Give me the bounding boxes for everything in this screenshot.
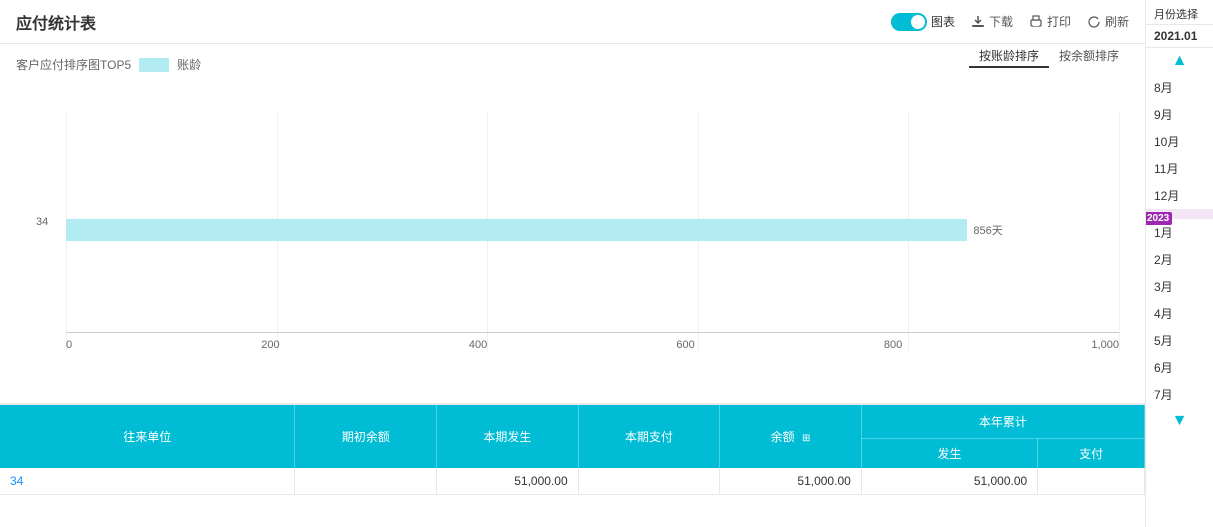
table-section: 往来单位 期初余额 本期发生 本期支付 余额 ⊞ 本年累计 发生 支付 34: [0, 403, 1145, 527]
header-actions: 图表 下载 打印 刷新: [891, 13, 1129, 31]
bar-fill: [66, 219, 967, 241]
legend-box: [139, 58, 169, 72]
table-row: 34 51,000.00 51,000.00 51,000.00: [0, 468, 1145, 495]
sidebar-month-item[interactable]: 5月: [1146, 327, 1213, 354]
month-list: 8月9月10月11月12月20231月2月3月4月5月6月7月: [1146, 74, 1213, 408]
sidebar-year-val: 2021.01: [1146, 25, 1213, 48]
legend-text: 客户应付排序图TOP5: [16, 56, 131, 73]
col-ytd-occur: 发生: [861, 439, 1037, 469]
chart-area: 856天 0 200 400 600 800 1,000: [66, 111, 1119, 351]
refresh-icon: [1087, 15, 1101, 29]
sort-buttons: 按账龄排序 按余额排序: [969, 45, 1129, 68]
sort-by-amount-btn[interactable]: 按账龄排序: [969, 45, 1049, 68]
x-axis-line: [66, 332, 1119, 333]
balance-cell: 51,000.00: [720, 468, 862, 495]
sidebar-month-item[interactable]: 10月: [1146, 128, 1213, 155]
download-button[interactable]: 下载: [971, 13, 1013, 30]
table-header-row: 往来单位 期初余额 本期发生 本期支付 余额 ⊞ 本年累计: [0, 405, 1145, 439]
ytd-pay-cell: [1038, 468, 1145, 495]
chart-legend: 客户应付排序图TOP5 账龄: [16, 56, 201, 73]
sidebar-down-btn[interactable]: ▼: [1146, 408, 1213, 434]
sidebar-month-item[interactable]: 1月: [1146, 219, 1213, 246]
x-axis: 0 200 400 600 800 1,000: [66, 339, 1119, 351]
sidebar-month-item[interactable]: 6月: [1146, 354, 1213, 381]
x-label-1000: 1,000: [1091, 339, 1119, 351]
col-ytd: 本年累计: [861, 405, 1144, 439]
page-header: 应付统计表 图表 下载 打印 刷新: [0, 0, 1145, 44]
sidebar-month-item[interactable]: 12月: [1146, 182, 1213, 209]
x-label-200: 200: [261, 339, 279, 351]
right-sidebar: 月份选择 2021.01 ▲ 8月9月10月11月12月20231月2月3月4月…: [1145, 0, 1213, 527]
refresh-button[interactable]: 刷新: [1087, 13, 1129, 30]
occur-cell: 51,000.00: [437, 468, 579, 495]
col-occur: 本期发生: [437, 405, 579, 468]
chart-container: 34 856天: [16, 101, 1129, 391]
sidebar-month-item[interactable]: 8月: [1146, 74, 1213, 101]
download-icon: [971, 15, 985, 29]
sidebar-month-item[interactable]: 3月: [1146, 273, 1213, 300]
sidebar-up-btn[interactable]: ▲: [1146, 48, 1213, 74]
x-label-400: 400: [469, 339, 487, 351]
sidebar-title: 月份选择: [1146, 0, 1213, 25]
sidebar-month-item[interactable]: 4月: [1146, 300, 1213, 327]
legend-label2: 账龄: [177, 56, 201, 73]
x-label-600: 600: [676, 339, 694, 351]
chart-toggle-label: 图表: [931, 13, 955, 30]
ytd-occur-cell: 51,000.00: [861, 468, 1037, 495]
col-pay: 本期支付: [578, 405, 720, 468]
bar-label: 856天: [973, 222, 1002, 238]
col-balance: 余额 ⊞: [720, 405, 862, 468]
col-unit: 往来单位: [0, 405, 295, 468]
pay-cell: [578, 468, 720, 495]
x-label-800: 800: [884, 339, 902, 351]
grid-line-1000: [1119, 111, 1120, 351]
bar-row: 856天: [66, 219, 1119, 241]
sidebar-month-item[interactable]: 11月: [1146, 155, 1213, 182]
print-button[interactable]: 打印: [1029, 13, 1071, 30]
col-ytd-pay: 支付: [1038, 439, 1145, 469]
chart-toggle[interactable]: [891, 13, 927, 31]
sidebar-year-marker[interactable]: 2023: [1146, 209, 1213, 219]
y-axis-label: 34: [36, 216, 48, 228]
main-content: 应付统计表 图表 下载 打印 刷新 客户应付排序图TOP5: [0, 0, 1145, 527]
col-opening: 期初余额: [295, 405, 437, 468]
chart-section: 客户应付排序图TOP5 账龄 按账龄排序 按余额排序 34: [0, 44, 1145, 403]
sort-by-balance-btn[interactable]: 按余额排序: [1049, 45, 1129, 68]
page-title: 应付统计表: [16, 10, 96, 34]
sidebar-month-item[interactable]: 9月: [1146, 101, 1213, 128]
unit-cell[interactable]: 34: [0, 468, 295, 495]
x-label-0: 0: [66, 339, 72, 351]
data-table: 往来单位 期初余额 本期发生 本期支付 余额 ⊞ 本年累计 发生 支付 34: [0, 405, 1145, 495]
sidebar-month-item[interactable]: 2月: [1146, 246, 1213, 273]
opening-cell: [295, 468, 437, 495]
print-icon: [1029, 15, 1043, 29]
sidebar-month-item[interactable]: 7月: [1146, 381, 1213, 408]
chart-toggle-wrap[interactable]: 图表: [891, 13, 955, 31]
table-body: 34 51,000.00 51,000.00 51,000.00: [0, 468, 1145, 495]
